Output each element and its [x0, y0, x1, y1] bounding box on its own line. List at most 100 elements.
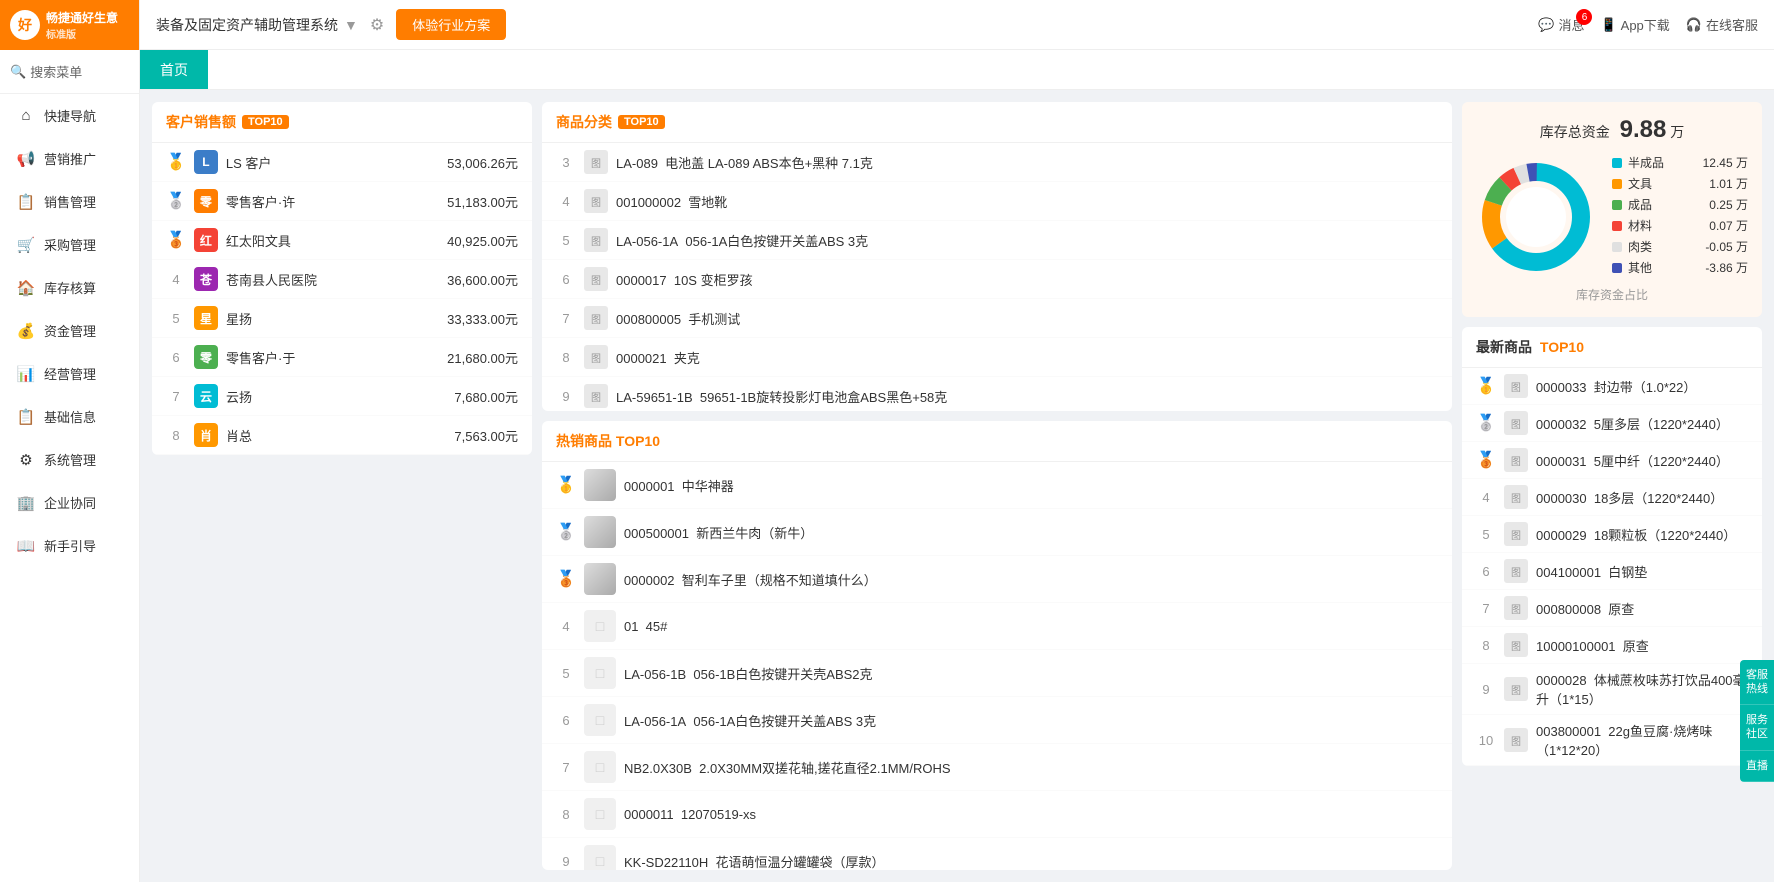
float-live[interactable]: 直播 [1740, 751, 1774, 782]
rank-name: 零售客户·于 [226, 348, 439, 367]
sidebar-item-finance[interactable]: 💰资金管理 [0, 309, 139, 352]
right-panel: 库存总资金 9.88 万 [1462, 102, 1762, 870]
hot-products-header: 热销商品 TOP10 [542, 421, 1452, 462]
rank-num: 6 [556, 272, 576, 287]
nav-label-system: 系统管理 [44, 450, 96, 469]
product-img: □ [584, 657, 616, 689]
chart-legend: 半成品 12.45 万 文具 1.01 万 成品 0.25 万 材料 0.07 … [1612, 154, 1748, 280]
rank-num: 5 [166, 311, 186, 326]
new-product-img: 图 [1504, 411, 1528, 435]
topbar-gear-icon[interactable]: ⚙ [370, 15, 384, 35]
product-img: □ [584, 704, 616, 736]
app-download-btn[interactable]: 📱 App下载 [1600, 15, 1669, 34]
system-title-area: 装备及固定资产辅助管理系统 ▼ [156, 15, 358, 35]
legend-val: 0.25 万 [1709, 196, 1748, 213]
inventory-subtitle: 库存资金占比 [1476, 286, 1748, 303]
new-product-name: 003800001 22g鱼豆腐·烧烤味（1*12*20） [1536, 721, 1748, 759]
medal-icon: 🥇 [166, 152, 186, 172]
sidebar-nav: ⌂快捷导航📢营销推广📋销售管理🛒采购管理🏠库存核算💰资金管理📊经营管理📋基础信息… [0, 94, 139, 882]
medal-icon: 🥉 [1476, 450, 1496, 470]
sidebar-item-operation[interactable]: 📊经营管理 [0, 352, 139, 395]
tab-bar: 首页 [140, 50, 1774, 90]
float-service-community[interactable]: 服务社区 [1740, 705, 1774, 751]
product-category-row: 8 图 0000021 夹克 [542, 338, 1452, 377]
product-category-header: 商品分类 TOP10 [542, 102, 1452, 143]
rank-num: 4 [556, 619, 576, 634]
sidebar-item-guide[interactable]: 📖新手引导 [0, 524, 139, 567]
sidebar-item-sales[interactable]: 📋销售管理 [0, 180, 139, 223]
customer-rank-row: 8 肖 肖总 7,563.00元 [152, 416, 532, 455]
product-thumb: 图 [584, 345, 608, 369]
sidebar-item-enterprise[interactable]: 🏢企业协同 [0, 481, 139, 524]
rank-avatar: 星 [194, 306, 218, 330]
nav-label-finance: 资金管理 [44, 321, 96, 340]
hot-product-row: 4 □ 01 45# [542, 603, 1452, 650]
product-category-card: 商品分类 TOP10 3 图 LA-089 电池盖 LA-089 ABS本色+黑… [542, 102, 1452, 411]
rank-name: 肖总 [226, 426, 446, 445]
search-menu-btn[interactable]: 🔍 搜索菜单 [10, 58, 129, 85]
headset-icon: 🎧 [1686, 17, 1702, 33]
product-row-info: KK-SD22110H 花语萌恒温分罐罐袋（厚款） [624, 852, 885, 870]
product-img: □ [584, 798, 616, 830]
legend-val: 12.45 万 [1703, 154, 1748, 171]
rank-name: LS 客户 [226, 153, 439, 172]
rank-amount: 7,563.00元 [454, 426, 518, 445]
rank-num: 4 [556, 194, 576, 209]
customer-rank-row: 6 零 零售客户·于 21,680.00元 [152, 338, 532, 377]
rank-num: 5 [556, 233, 576, 248]
rank-avatar: 零 [194, 189, 218, 213]
new-product-img: 图 [1504, 677, 1528, 701]
online-service-btn[interactable]: 🎧 在线客服 [1686, 15, 1758, 34]
rank-name: 零售客户·许 [226, 192, 439, 211]
nav-label-marketing: 营销推广 [44, 149, 96, 168]
float-customer-service[interactable]: 客服热线 [1740, 660, 1774, 706]
nav-label-enterprise: 企业协同 [44, 493, 96, 512]
legend-dot [1612, 179, 1622, 189]
legend-val: -0.05 万 [1705, 238, 1748, 255]
new-product-row: 🥈 图 0000032 5厘多层（1220*2440） [1462, 405, 1762, 442]
legend-name: 文具 [1628, 175, 1703, 192]
nav-label-base: 基础信息 [44, 407, 96, 426]
sidebar-item-marketing[interactable]: 📢营销推广 [0, 137, 139, 180]
product-thumb: 图 [584, 150, 608, 174]
sidebar-item-base[interactable]: 📋基础信息 [0, 395, 139, 438]
rank-avatar: 零 [194, 345, 218, 369]
sidebar-item-purchase[interactable]: 🛒采购管理 [0, 223, 139, 266]
inventory-title: 库存总资金 [1540, 124, 1610, 140]
rank-num: 7 [166, 389, 186, 404]
legend-dot [1612, 200, 1622, 210]
product-category-row: 9 图 LA-59651-1B 59651-1B旋转投影灯电池盒ABS黑色+58… [542, 377, 1452, 411]
rank-avatar: 肖 [194, 423, 218, 447]
dropdown-arrow-icon[interactable]: ▼ [344, 17, 358, 33]
new-product-name: 0000031 5厘中纤（1220*2440） [1536, 451, 1748, 470]
trial-btn[interactable]: 体验行业方案 [396, 9, 506, 40]
product-info: 001000002 雪地靴 [616, 192, 1438, 211]
sidebar: 好 畅捷通好生意 标准版 🔍 搜索菜单 ⌂快捷导航📢营销推广📋销售管理🛒采购管理… [0, 0, 140, 882]
inventory-unit: 万 [1670, 124, 1684, 140]
donut-chart [1476, 157, 1596, 277]
product-info: 0000021 夹克 [616, 348, 1438, 367]
rank-num: 7 [556, 760, 576, 775]
hot-products-card: 热销商品 TOP10 🥇 0000001 中华神器 🥈 000500001 新西… [542, 421, 1452, 870]
customer-rank-row: 5 星 星扬 33,333.00元 [152, 299, 532, 338]
newest-products-card: 最新商品 TOP10 🥇 图 0000033 封边带（1.0*22） 🥈 图 0… [1462, 327, 1762, 766]
nav-icon-operation: 📊 [16, 365, 36, 383]
new-product-name: 0000029 18颗粒板（1220*2440） [1536, 525, 1748, 544]
medal-icon: 🥉 [556, 569, 576, 589]
legend-name: 肉类 [1628, 238, 1699, 255]
product-info: LA-089 电池盖 LA-089 ABS本色+黑种 7.1克 [616, 153, 1438, 172]
legend-dot [1612, 158, 1622, 168]
new-product-img: 图 [1504, 633, 1528, 657]
tab-home[interactable]: 首页 [140, 50, 208, 89]
rank-amount: 53,006.26元 [447, 153, 518, 172]
app-download-label: App下载 [1621, 15, 1670, 34]
new-product-img: 图 [1504, 485, 1528, 509]
sidebar-item-system[interactable]: ⚙系统管理 [0, 438, 139, 481]
sidebar-item-home[interactable]: ⌂快捷导航 [0, 94, 139, 137]
product-thumb: 图 [584, 267, 608, 291]
message-btn[interactable]: 💬 消息 6 [1538, 15, 1584, 34]
new-product-name: 0000033 封边带（1.0*22） [1536, 377, 1748, 396]
rank-num: 7 [556, 311, 576, 326]
sidebar-item-inventory[interactable]: 🏠库存核算 [0, 266, 139, 309]
rank-avatar: 红 [194, 228, 218, 252]
